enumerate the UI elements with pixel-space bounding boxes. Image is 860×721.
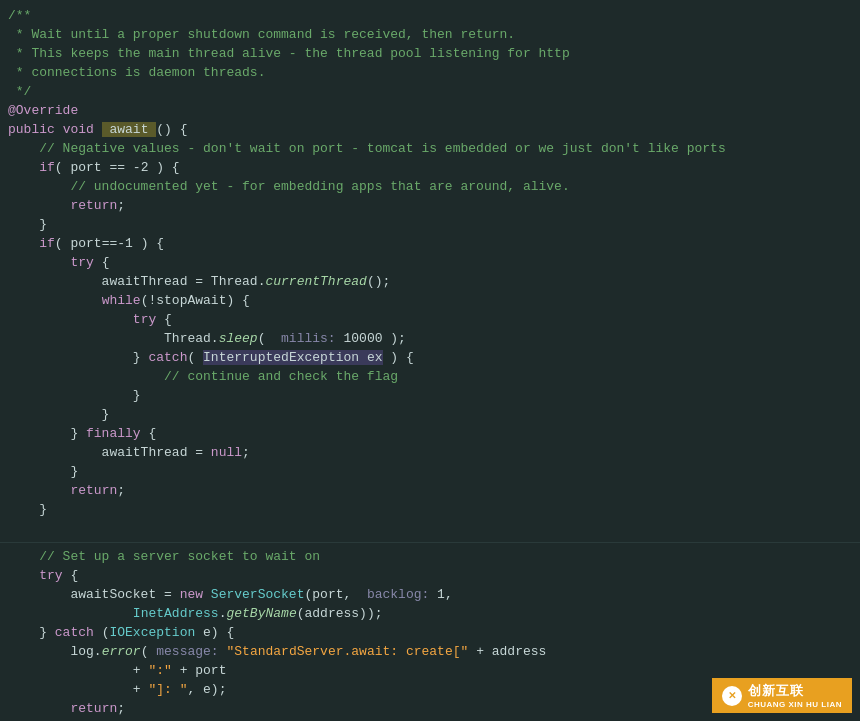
code-line-7: public void await () { <box>0 120 860 139</box>
code-line-6: @Override <box>0 101 860 120</box>
code-line-30: try { <box>0 566 860 585</box>
code-line-10: // undocumented yet - for embedding apps… <box>0 177 860 196</box>
watermark-title: 创新互联 <box>748 682 842 700</box>
watermark-badge: ✕ 创新互联 CHUANG XIN HU LIAN <box>712 678 852 713</box>
code-line-28 <box>0 519 860 538</box>
section-divider <box>0 542 860 543</box>
code-line-12: } <box>0 215 860 234</box>
code-line-16: while(!stopAwait) { <box>0 291 860 310</box>
code-line-34: log.error( message: "StandardServer.awai… <box>0 642 860 661</box>
code-line-29: // Set up a server socket to wait on <box>0 547 860 566</box>
watermark-icon: ✕ <box>722 686 742 706</box>
code-line-8: // Negative values - don't wait on port … <box>0 139 860 158</box>
code-line-3: * This keeps the main thread alive - the… <box>0 44 860 63</box>
code-line-32: InetAddress.getByName(address)); <box>0 604 860 623</box>
code-line-31: awaitSocket = new ServerSocket(port, bac… <box>0 585 860 604</box>
code-line-21: } <box>0 386 860 405</box>
code-editor: /** * Wait until a proper shutdown comma… <box>0 0 860 721</box>
code-line-13: if( port==-1 ) { <box>0 234 860 253</box>
code-line-2: * Wait until a proper shutdown command i… <box>0 25 860 44</box>
code-line-14: try { <box>0 253 860 272</box>
code-line-25: } <box>0 462 860 481</box>
code-line-4: * connections is daemon threads. <box>0 63 860 82</box>
code-line-15: awaitThread = Thread.currentThread(); <box>0 272 860 291</box>
code-line-11: return; <box>0 196 860 215</box>
watermark-subtitle: CHUANG XIN HU LIAN <box>748 700 842 709</box>
code-line-5: */ <box>0 82 860 101</box>
code-line-19: } catch( InterruptedException ex ) { <box>0 348 860 367</box>
code-line-26: return; <box>0 481 860 500</box>
code-line-18: Thread.sleep( millis: 10000 ); <box>0 329 860 348</box>
code-line-23: } finally { <box>0 424 860 443</box>
code-line-33: } catch (IOException e) { <box>0 623 860 642</box>
code-line-9: if( port == -2 ) { <box>0 158 860 177</box>
code-line-22: } <box>0 405 860 424</box>
code-line-20: // continue and check the flag <box>0 367 860 386</box>
code-line-1: /** <box>0 6 860 25</box>
code-line-27: } <box>0 500 860 519</box>
code-line-24: awaitThread = null; <box>0 443 860 462</box>
watermark-text: 创新互联 CHUANG XIN HU LIAN <box>748 682 842 709</box>
code-line-17: try { <box>0 310 860 329</box>
